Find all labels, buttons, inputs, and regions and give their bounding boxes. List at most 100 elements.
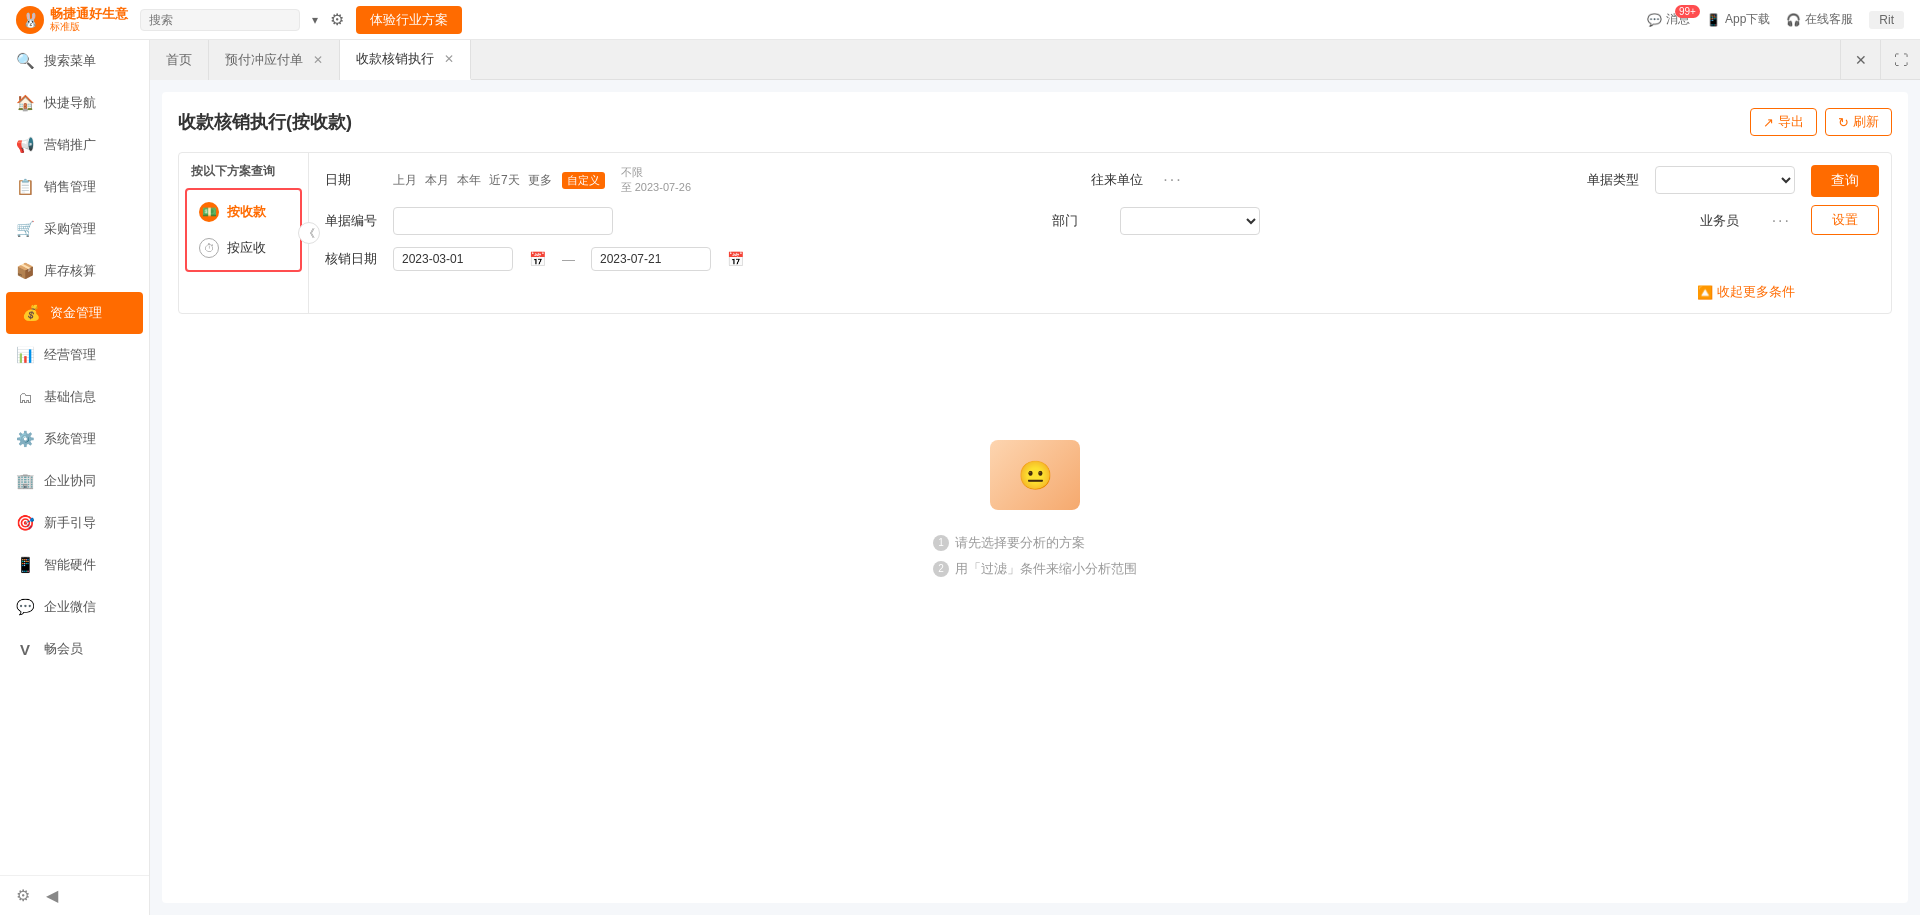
sidebar-item-finance[interactable]: 💰 资金管理: [6, 292, 143, 334]
shortcut-last-month[interactable]: 上月: [393, 172, 417, 189]
writeoff-start-date[interactable]: [393, 247, 513, 271]
search-icon: 🔍: [16, 52, 34, 70]
shortcut-this-year[interactable]: 本年: [457, 172, 481, 189]
sidebar-label-system: 系统管理: [44, 430, 96, 448]
refresh-icon: ↻: [1838, 115, 1849, 130]
sidebar-item-search[interactable]: 🔍 搜索菜单: [0, 40, 149, 82]
date-dash: —: [562, 252, 575, 267]
sidebar-label-operations: 经营管理: [44, 346, 96, 364]
sidebar-item-purchase[interactable]: 🛒 采购管理: [0, 208, 149, 250]
counterpart-dots[interactable]: ···: [1159, 171, 1186, 189]
tab-receipt[interactable]: 收款核销执行 ✕: [340, 40, 471, 80]
calendar-start-icon[interactable]: 📅: [529, 251, 546, 267]
sidebar-item-shortcuts[interactable]: 🏠 快捷导航: [0, 82, 149, 124]
sidebar-item-member[interactable]: V 畅会员: [0, 628, 149, 670]
close-tab-btn[interactable]: ✕: [1840, 40, 1880, 80]
collapse-sidebar-icon[interactable]: ◀: [46, 886, 58, 905]
doc-number-label: 单据编号: [325, 212, 377, 230]
doc-number-input[interactable]: [393, 207, 613, 235]
empty-state: 😐 1 请先选择要分析的方案 2 用「过滤」条件来缩小分析范围: [178, 330, 1892, 662]
calendar-end-icon[interactable]: 📅: [727, 251, 744, 267]
industry-btn[interactable]: 体验行业方案: [356, 6, 462, 34]
sidebar-bottom: ⚙ ◀: [0, 875, 149, 915]
headset-icon: 🎧: [1786, 13, 1801, 27]
shortcut-more[interactable]: 更多: [528, 172, 552, 189]
app-download-btn[interactable]: 📱 App下载: [1706, 11, 1770, 28]
salesperson-dots[interactable]: ···: [1768, 212, 1795, 230]
query-btn[interactable]: 查询: [1811, 165, 1879, 197]
doc-type-select[interactable]: [1655, 166, 1795, 194]
sidebar-item-basics[interactable]: 🗂 基础信息: [0, 376, 149, 418]
finance-icon: 💰: [22, 304, 40, 322]
dropdown-arrow-icon[interactable]: ▾: [312, 13, 318, 27]
writeoff-end-date[interactable]: [591, 247, 711, 271]
app-name: 畅捷通好生意: [50, 6, 128, 22]
online-service-btn[interactable]: 🎧 在线客服: [1786, 11, 1853, 28]
gear-icon[interactable]: ⚙: [330, 10, 344, 29]
operations-icon: 📊: [16, 346, 34, 364]
sidebar-item-wechat[interactable]: 💬 企业微信: [0, 586, 149, 628]
sidebar-label-guide: 新手引导: [44, 514, 96, 532]
writeoff-date-label: 核销日期: [325, 250, 377, 268]
enterprise-icon: 🏢: [16, 472, 34, 490]
sales-icon: 📋: [16, 178, 34, 196]
page-content: 收款核销执行(按收款) ↗ 导出 ↻ 刷新: [150, 80, 1920, 915]
filter-row-2: 单据编号 部门 业务员 ···: [325, 207, 1795, 235]
sidebar-label-search: 搜索菜单: [44, 52, 96, 70]
page-title: 收款核销执行(按收款): [178, 110, 352, 134]
receipt-icon: 💵: [199, 202, 219, 222]
page-inner: 收款核销执行(按收款) ↗ 导出 ↻ 刷新: [162, 92, 1908, 903]
export-btn[interactable]: ↗ 导出: [1750, 108, 1817, 136]
query-btn-area: 查询 设置: [1811, 153, 1891, 313]
collapse-more-label: 收起更多条件: [1717, 283, 1795, 301]
filter-sidebar: 按以下方案查询 💵 按收款 ⏱ 按应收 《: [179, 153, 309, 313]
counterpart-label: 往来单位: [1091, 171, 1143, 189]
tip-text-1: 请先选择要分析的方案: [955, 530, 1085, 556]
sidebar-item-inventory[interactable]: 📦 库存核算: [0, 250, 149, 292]
search-input[interactable]: [140, 9, 300, 31]
tip-num-2: 2: [933, 561, 949, 577]
sidebar-label-enterprise: 企业协同: [44, 472, 96, 490]
rabbit-icon: 🐰: [16, 6, 44, 34]
expand-tab-btn[interactable]: ⛶: [1880, 40, 1920, 80]
filter-form-area: 日期 上月 本月 本年 近7天 更多 自定义: [309, 153, 1891, 313]
shortcut-7days[interactable]: 近7天: [489, 172, 520, 189]
sidebar-item-guide[interactable]: 🎯 新手引导: [0, 502, 149, 544]
sidebar-item-sales[interactable]: 📋 销售管理: [0, 166, 149, 208]
settings-bottom-icon[interactable]: ⚙: [16, 886, 30, 905]
filter-sidebar-title: 按以下方案查询: [185, 163, 302, 188]
messages-badge: 99+: [1675, 5, 1700, 18]
tip-text-2: 用「过滤」条件来缩小分析范围: [955, 556, 1137, 582]
tab-prepay-close[interactable]: ✕: [313, 53, 323, 67]
sidebar-label-member: 畅会员: [44, 640, 83, 658]
sidebar-label-finance: 资金管理: [50, 304, 102, 322]
purchase-icon: 🛒: [16, 220, 34, 238]
user-menu[interactable]: Rit: [1869, 11, 1904, 29]
sidebar-item-enterprise[interactable]: 🏢 企业协同: [0, 460, 149, 502]
system-icon: ⚙️: [16, 430, 34, 448]
sidebar-item-marketing[interactable]: 📢 营销推广: [0, 124, 149, 166]
sidebar-item-hardware[interactable]: 📱 智能硬件: [0, 544, 149, 586]
filter-collapse-btn[interactable]: 《: [298, 222, 320, 244]
refresh-btn[interactable]: ↻ 刷新: [1825, 108, 1892, 136]
sidebar-item-operations[interactable]: 📊 经营管理: [0, 334, 149, 376]
sidebar-label-purchase: 采购管理: [44, 220, 96, 238]
marketing-icon: 📢: [16, 136, 34, 154]
filter-by-receipt[interactable]: 💵 按收款: [187, 194, 300, 230]
messages-btn[interactable]: 💬 消息 99+: [1647, 11, 1690, 28]
sidebar: 🔍 搜索菜单 🏠 快捷导航 📢 营销推广 📋 销售管理 🛒 采购管理 📦 库存核…: [0, 40, 150, 915]
top-bar-right: 💬 消息 99+ 📱 App下载 🎧 在线客服 Rit: [1647, 11, 1904, 29]
sidebar-item-system[interactable]: ⚙️ 系统管理: [0, 418, 149, 460]
collapse-more-btn[interactable]: 🔼 收起更多条件: [325, 283, 1795, 301]
empty-tip-row-1: 1 请先选择要分析的方案: [933, 530, 1137, 556]
filter-area: 按以下方案查询 💵 按收款 ⏱ 按应收 《: [178, 152, 1892, 314]
filter-by-receivable[interactable]: ⏱ 按应收: [187, 230, 300, 266]
shortcut-this-month[interactable]: 本月: [425, 172, 449, 189]
phone-icon: 📱: [1706, 13, 1721, 27]
tab-prepay[interactable]: 预付冲应付单 ✕: [209, 40, 340, 80]
tab-receipt-close[interactable]: ✕: [444, 52, 454, 66]
department-select[interactable]: [1120, 207, 1260, 235]
tab-home[interactable]: 首页: [150, 40, 209, 80]
settings-filter-btn[interactable]: 设置: [1811, 205, 1879, 235]
empty-illustration: 😐: [975, 410, 1095, 510]
